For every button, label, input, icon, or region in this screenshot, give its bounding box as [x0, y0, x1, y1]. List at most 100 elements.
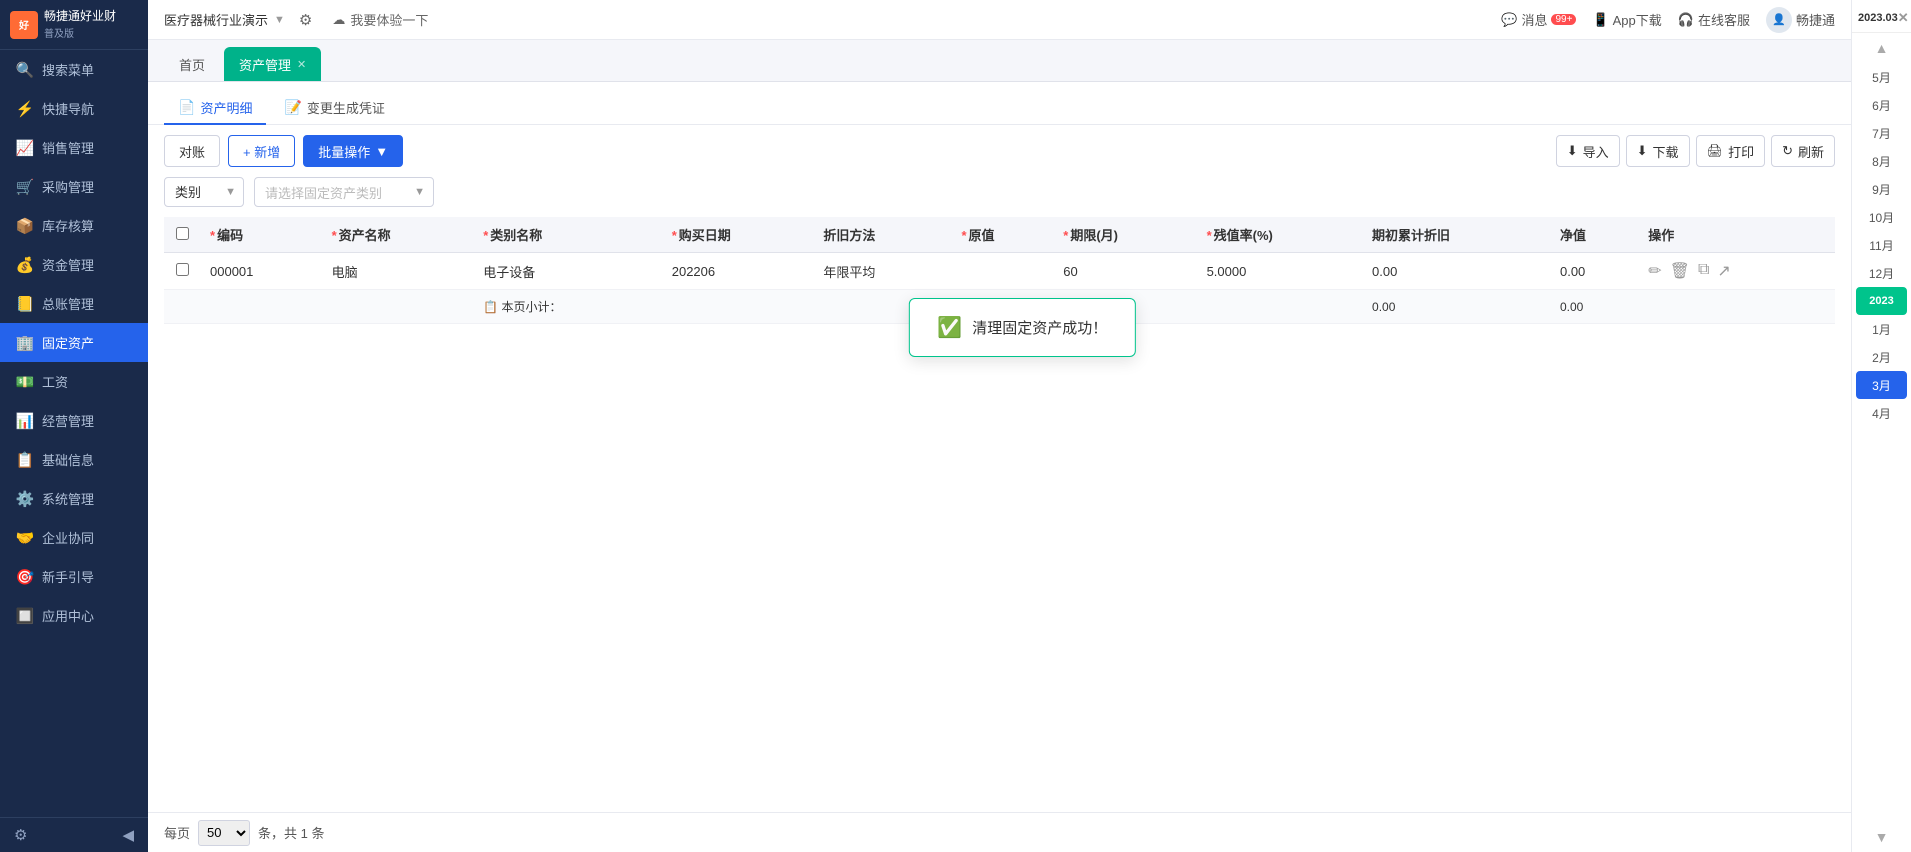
month-item-1[interactable]: 1月 [1852, 315, 1911, 343]
sidebar-item-label: 应用中心 [42, 606, 94, 625]
th-category: *类别名称 [473, 217, 662, 253]
new-button[interactable]: + 新增 [228, 135, 295, 167]
sidebar-item-enterprise[interactable]: 🤝 企业协同 [0, 518, 148, 557]
category-filter-wrap: 类别 ▼ [164, 177, 244, 207]
purchase-icon: 🛒 [16, 178, 34, 196]
success-toast: ✅ 清理固定资产成功！ [908, 298, 1136, 357]
tab-close-icon[interactable]: ✕ [297, 58, 306, 71]
app-download-button[interactable]: 📱 App下载 [1592, 10, 1661, 29]
headset-icon: 🎧 [1678, 12, 1694, 28]
rs-down-icon[interactable]: ▼ [1872, 826, 1892, 848]
month-item-5[interactable]: 5月 [1852, 63, 1911, 91]
subtab-assetlist[interactable]: 📄 资产明细 [164, 92, 266, 125]
sidebar-item-guide[interactable]: 🎯 新手引导 [0, 557, 148, 596]
month-item-9[interactable]: 9月 [1852, 175, 1911, 203]
try-experience-button[interactable]: ☁ 我要体验一下 [332, 10, 428, 29]
user-avatar[interactable]: 👤 畅捷通 [1766, 7, 1835, 33]
batch-button[interactable]: 批量操作 ▼ [303, 135, 403, 167]
online-service-button[interactable]: 🎧 在线客服 [1678, 10, 1750, 29]
sidebar-item-ledger[interactable]: 📒 总账管理 [0, 284, 148, 323]
month-item-10[interactable]: 10月 [1852, 203, 1911, 231]
sidebar-item-label: 搜索菜单 [42, 60, 94, 79]
import-button[interactable]: ⬇ 导入 [1556, 135, 1620, 167]
sidebar-item-label: 采购管理 [42, 177, 94, 196]
page-content: 📄 资产明细 📝 变更生成凭证 对账 + 新增 批量操作 ▼ ⬇ [148, 82, 1851, 852]
row-category: 电子设备 [473, 253, 662, 290]
pagination: 每页 102050100 条，共 1 条 [148, 812, 1851, 852]
sidebar-item-label: 工资 [42, 372, 68, 391]
month-item-2[interactable]: 2月 [1852, 343, 1911, 371]
rs-close-icon[interactable]: ✕ [1898, 10, 1909, 26]
th-initial-accumulated: 期初累计折旧 [1362, 217, 1550, 253]
per-page-select[interactable]: 102050100 [198, 820, 250, 846]
collapse-icon[interactable]: ◀ [122, 826, 134, 844]
row-period: 60 [1053, 253, 1196, 290]
sidebar-item-search[interactable]: 🔍 搜索菜单 [0, 50, 148, 89]
sidebar-item-system[interactable]: ⚙️ 系统管理 [0, 479, 148, 518]
sidebar-item-ops[interactable]: 📊 经营管理 [0, 401, 148, 440]
sales-icon: 📈 [16, 139, 34, 157]
sidebar-item-fund[interactable]: 💰 资金管理 [0, 245, 148, 284]
subtotal-initial: 0.00 [1362, 290, 1550, 324]
phone-icon: 📱 [1592, 12, 1608, 28]
tab-assets[interactable]: 资产管理 ✕ [224, 47, 321, 81]
rs-up-icon[interactable]: ▲ [1872, 37, 1892, 59]
sidebar-item-appstore[interactable]: 🔲 应用中心 [0, 596, 148, 635]
appstore-icon: 🔲 [16, 607, 34, 625]
app-edition: 普及版 [44, 25, 116, 40]
row-purchase-date: 202206 [662, 253, 814, 290]
th-code: *编码 [200, 217, 322, 253]
notification-button[interactable]: 💬 消息 99+ [1501, 10, 1576, 29]
notification-badge: 99+ [1551, 14, 1576, 25]
month-item-3-current[interactable]: 3月 [1856, 371, 1907, 399]
toolbar-right: ⬇ 导入 ⬇ 下载 🖨 打印 ↻ 刷新 [1556, 135, 1835, 167]
app-logo: 好 [10, 11, 38, 39]
duezhang-button[interactable]: 对账 [164, 135, 220, 167]
sidebar-item-assets[interactable]: 🏢 固定资产 [0, 323, 148, 362]
download-button[interactable]: ⬇ 下载 [1626, 135, 1690, 167]
asset-category-select[interactable]: 请选择固定资产类别 ▼ [254, 177, 434, 207]
tab-home-label: 首页 [179, 55, 205, 74]
tabbar: 首页 资产管理 ✕ [148, 40, 1851, 82]
table-header: *编码 *资产名称 *类别名称 *购买日期 折旧方法 *原值 *期限(月) *残… [164, 217, 1835, 253]
sidebar-item-sales[interactable]: 📈 销售管理 [0, 128, 148, 167]
th-original-value: *原值 [951, 217, 1053, 253]
toast-message: 清理固定资产成功！ [972, 317, 1107, 338]
rs-controls: ✕ ⤢ [1898, 10, 1911, 26]
inventory-icon: 📦 [16, 217, 34, 235]
month-item-4[interactable]: 4月 [1852, 399, 1911, 427]
app-name: 畅捷通好业财 [44, 9, 116, 25]
edit-icon[interactable]: ✏ [1648, 261, 1661, 281]
basic-icon: 📋 [16, 451, 34, 469]
month-item-8[interactable]: 8月 [1852, 147, 1911, 175]
refresh-button[interactable]: ↻ 刷新 [1771, 135, 1835, 167]
print-button[interactable]: 🖨 打印 [1696, 135, 1766, 167]
more-icon[interactable]: ↗ [1717, 261, 1730, 281]
settings-icon[interactable]: ⚙ [14, 826, 27, 844]
sidebar-item-basic[interactable]: 📋 基础信息 [0, 440, 148, 479]
sidebar-item-salary[interactable]: 💵 工资 [0, 362, 148, 401]
sidebar-item-inventory[interactable]: 📦 库存核算 [0, 206, 148, 245]
subtab-voucher[interactable]: 📝 变更生成凭证 [270, 92, 398, 125]
th-residual-rate: *残值率(%) [1197, 217, 1362, 253]
month-item-12[interactable]: 12月 [1852, 259, 1911, 287]
row-net-value: 0.00 [1550, 253, 1638, 290]
topbar-settings-icon[interactable]: ⚙ [299, 11, 312, 29]
row-action: ✏ 🗑 ⧉ ↗ [1638, 253, 1835, 290]
category-select[interactable]: 类别 [164, 177, 244, 207]
subtotal-label: 本页小计： [502, 300, 562, 314]
ops-icon: 📊 [16, 412, 34, 430]
sidebar-item-purchase[interactable]: 🛒 采购管理 [0, 167, 148, 206]
delete-icon[interactable]: 🗑 [1670, 261, 1690, 281]
month-item-11[interactable]: 11月 [1852, 231, 1911, 259]
tab-home[interactable]: 首页 [164, 47, 220, 81]
month-item-6[interactable]: 6月 [1852, 91, 1911, 119]
company-selector[interactable]: 医疗器械行业演示 ▼ [164, 10, 285, 29]
sidebar-item-quicknav[interactable]: ⚡ 快捷导航 [0, 89, 148, 128]
row-checkbox[interactable] [176, 263, 189, 276]
topbar-right: 💬 消息 99+ 📱 App下载 🎧 在线客服 👤 畅捷通 [1501, 7, 1835, 33]
select-all-checkbox[interactable] [176, 227, 189, 240]
th-purchase-date: *购买日期 [662, 217, 814, 253]
month-item-7[interactable]: 7月 [1852, 119, 1911, 147]
copy-icon[interactable]: ⧉ [1698, 261, 1709, 281]
